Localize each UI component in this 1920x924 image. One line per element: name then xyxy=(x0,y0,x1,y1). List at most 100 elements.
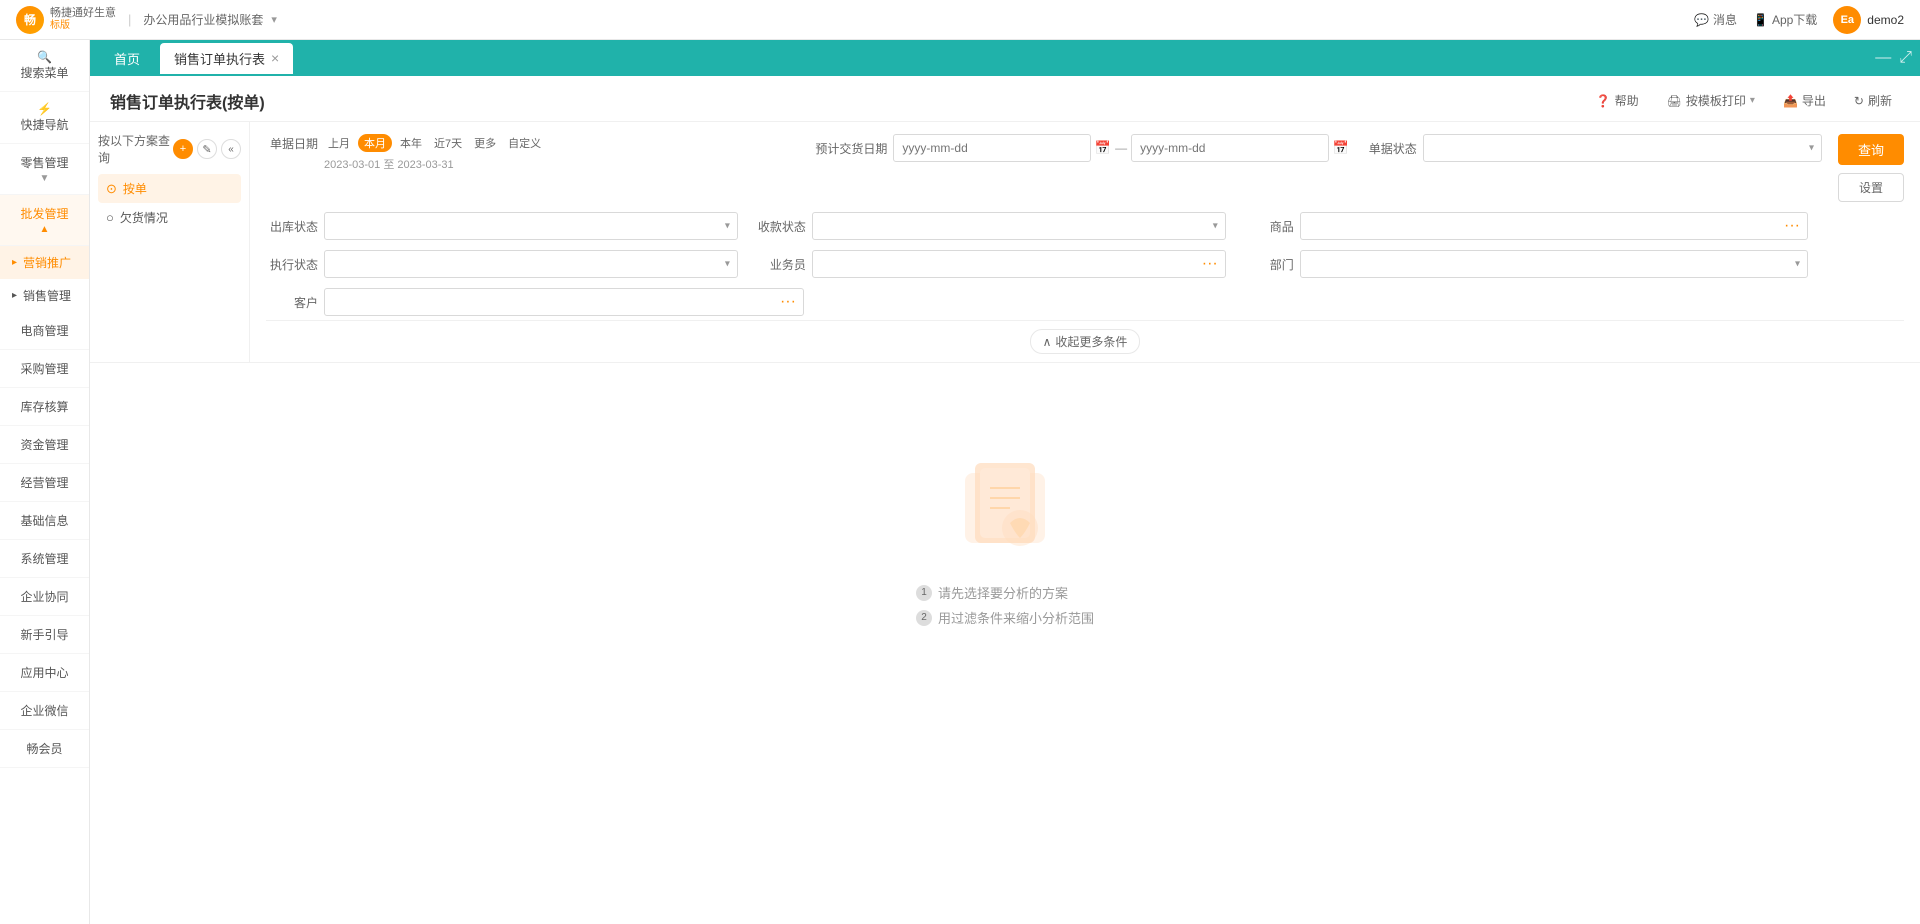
print-btn[interactable]: 🖨 按模板打印 ▾ xyxy=(1659,88,1763,113)
help-btn[interactable]: ❓ 帮助 xyxy=(1588,88,1647,113)
tab-close-icon[interactable]: × xyxy=(271,50,279,66)
logo-abbr: 畅 xyxy=(24,11,36,28)
help-icon: ❓ xyxy=(1596,94,1611,108)
date-btn-custom[interactable]: 自定义 xyxy=(504,134,545,152)
page-inner: 销售订单执行表(按单) ❓ 帮助 🖨 按模板打印 ▾ 📤 xyxy=(90,76,1920,924)
sidebar-item-wholesale[interactable]: 批发管理 ▲ xyxy=(0,195,89,246)
app-download-btn[interactable]: 📱 App下载 xyxy=(1753,11,1817,28)
receive-status-label: 收款状态 xyxy=(754,218,806,235)
nav-dropdown-icon[interactable]: ▾ xyxy=(271,13,277,26)
scheme-item-0-label: 按单 xyxy=(123,180,147,197)
export-label: 导出 xyxy=(1802,92,1826,109)
collapse-more-icon: ∧ xyxy=(1043,335,1052,349)
sidebar-item-quicknav[interactable]: ⚡ 快捷导航 xyxy=(0,92,89,144)
sidebar-item-retail[interactable]: 零售管理 ▼ xyxy=(0,144,89,195)
predict-date-from[interactable] xyxy=(893,134,1091,162)
sidebar-item-sysmanage[interactable]: 系统管理 xyxy=(0,540,89,578)
customer-input[interactable] xyxy=(324,288,804,316)
date-filter-inner: 单据日期 上月 本月 本年 近7天 更多 自定义 xyxy=(266,134,799,152)
export-btn[interactable]: 📤 导出 xyxy=(1775,88,1834,113)
date-btn-more[interactable]: 更多 xyxy=(470,134,500,152)
goods-more-icon[interactable]: ··· xyxy=(1784,217,1800,235)
scheme-label: 按以下方案查询 xyxy=(98,132,173,166)
page-title: 销售订单执行表(按单) xyxy=(110,89,265,113)
sidebar-item-ecommerce[interactable]: 电商管理 xyxy=(0,312,89,350)
filter-row-4: 客户 ··· xyxy=(266,288,1904,316)
collapse-more-btn[interactable]: ∧ 收起更多条件 xyxy=(1030,329,1141,354)
date-range-text: 2023-03-01 至 2023-03-31 xyxy=(324,156,454,172)
sidebar-subitem-marketing[interactable]: ▸ 营销推广 xyxy=(0,246,89,279)
date-btn-thismonth[interactable]: 本月 xyxy=(358,134,392,152)
collapse-more-row: ∧ 收起更多条件 xyxy=(266,320,1904,362)
scheme-item-1[interactable]: ○ 欠货情况 xyxy=(98,203,241,232)
salesman-input[interactable] xyxy=(812,250,1226,278)
wholesale-expand-icon: ▲ xyxy=(0,224,89,235)
sidebar-appcenter-label: 应用中心 xyxy=(0,664,89,681)
tip-num-1: 1 xyxy=(916,585,932,601)
bill-status-select[interactable] xyxy=(1423,134,1822,162)
sidebar-subitem-sales[interactable]: ▸ 销售管理 xyxy=(0,279,89,312)
app-name: 畅捷通好生意 xyxy=(50,7,116,20)
scheme-panel: 按以下方案查询 + ✎ « xyxy=(90,122,250,362)
scheme-panel-title: 按以下方案查询 + ✎ « xyxy=(98,132,241,166)
sidebar-item-cooperation[interactable]: 企业协同 xyxy=(0,578,89,616)
sidebar-item-appcenter[interactable]: 应用中心 xyxy=(0,654,89,692)
sidebar-management-label: 经营管理 xyxy=(0,474,89,491)
customer-more-icon[interactable]: ··· xyxy=(780,293,796,311)
query-btn[interactable]: 查询 xyxy=(1838,134,1904,165)
scheme-item-0[interactable]: ⊙ 按单 xyxy=(98,174,241,203)
salesman-more-icon[interactable]: ··· xyxy=(1202,255,1218,273)
receive-status-select[interactable] xyxy=(812,212,1226,240)
sidebar-marketing-label: 营销推广 xyxy=(23,254,71,271)
user-avatar: Ea xyxy=(1833,6,1861,34)
tab-minimize-btn[interactable]: — xyxy=(1875,49,1891,67)
dept-select[interactable] xyxy=(1300,250,1808,278)
tab-home[interactable]: 首页 xyxy=(98,43,156,74)
goods-input[interactable] xyxy=(1300,212,1808,240)
empty-state: 1 请先选择要分析的方案 2 用过滤条件来缩小分析范围 xyxy=(90,363,1920,713)
sidebar-item-finance[interactable]: 资金管理 xyxy=(0,426,89,464)
sidebar-basicinfo-label: 基础信息 xyxy=(0,512,89,529)
user-area[interactable]: Ea demo2 xyxy=(1833,6,1904,34)
sidebar-item-inventory[interactable]: 库存核算 xyxy=(0,388,89,426)
exec-status-control: ▾ xyxy=(324,250,738,278)
receive-status-col: 收款状态 ▾ xyxy=(754,212,1226,240)
predict-date-col: 预计交货日期 📅 — 📅 xyxy=(815,134,1348,162)
date-btn-7days[interactable]: 近7天 xyxy=(430,134,466,152)
sidebar-item-management[interactable]: 经营管理 xyxy=(0,464,89,502)
scheme-edit-btn[interactable]: ✎ xyxy=(197,139,217,159)
sidebar-item-newguide[interactable]: 新手引导 xyxy=(0,616,89,654)
predict-cal-icon-from[interactable]: 📅 xyxy=(1095,140,1111,156)
exec-status-select[interactable] xyxy=(324,250,738,278)
settings-btn[interactable]: 设置 xyxy=(1838,173,1904,202)
sales-icon: ▸ xyxy=(12,290,17,301)
scheme-add-btn[interactable]: + xyxy=(173,139,193,159)
nav-title: 办公用品行业模拟账套 xyxy=(143,11,263,28)
receive-status-control: ▾ xyxy=(812,212,1226,240)
dept-control: ▾ xyxy=(1300,250,1808,278)
tab-expand-btn[interactable]: ⤢ xyxy=(1899,49,1912,67)
sidebar-quicknav-label: 快捷导航 xyxy=(0,116,89,133)
sidebar-item-search[interactable]: 🔍 搜索菜单 xyxy=(0,40,89,92)
marketing-icon: ▸ xyxy=(12,257,17,268)
sidebar-item-purchase[interactable]: 采购管理 xyxy=(0,350,89,388)
sidebar-item-corpwechat[interactable]: 企业微信 xyxy=(0,692,89,730)
message-icon: 💬 xyxy=(1694,13,1709,27)
predict-date-to[interactable] xyxy=(1131,134,1329,162)
sidebar-item-basicinfo[interactable]: 基础信息 xyxy=(0,502,89,540)
message-label: 消息 xyxy=(1713,11,1737,28)
date-label: 单据日期 xyxy=(266,135,318,152)
export-icon: 📤 xyxy=(1783,94,1798,108)
logo-icon: 畅 xyxy=(16,6,44,34)
message-btn[interactable]: 💬 消息 xyxy=(1694,11,1737,28)
sidebar-item-member[interactable]: 畅会员 xyxy=(0,730,89,768)
predict-cal-icon-to[interactable]: 📅 xyxy=(1333,140,1349,156)
out-status-select[interactable] xyxy=(324,212,738,240)
date-btn-lastmonth[interactable]: 上月 xyxy=(324,134,354,152)
tab-active[interactable]: 销售订单执行表 × xyxy=(160,43,293,74)
refresh-btn[interactable]: ↻ 刷新 xyxy=(1846,88,1900,113)
sidebar-member-label: 畅会员 xyxy=(0,740,89,757)
scheme-collapse-btn[interactable]: « xyxy=(221,139,241,159)
active-tab-label: 销售订单执行表 xyxy=(174,49,265,68)
date-btn-thisyear[interactable]: 本年 xyxy=(396,134,426,152)
